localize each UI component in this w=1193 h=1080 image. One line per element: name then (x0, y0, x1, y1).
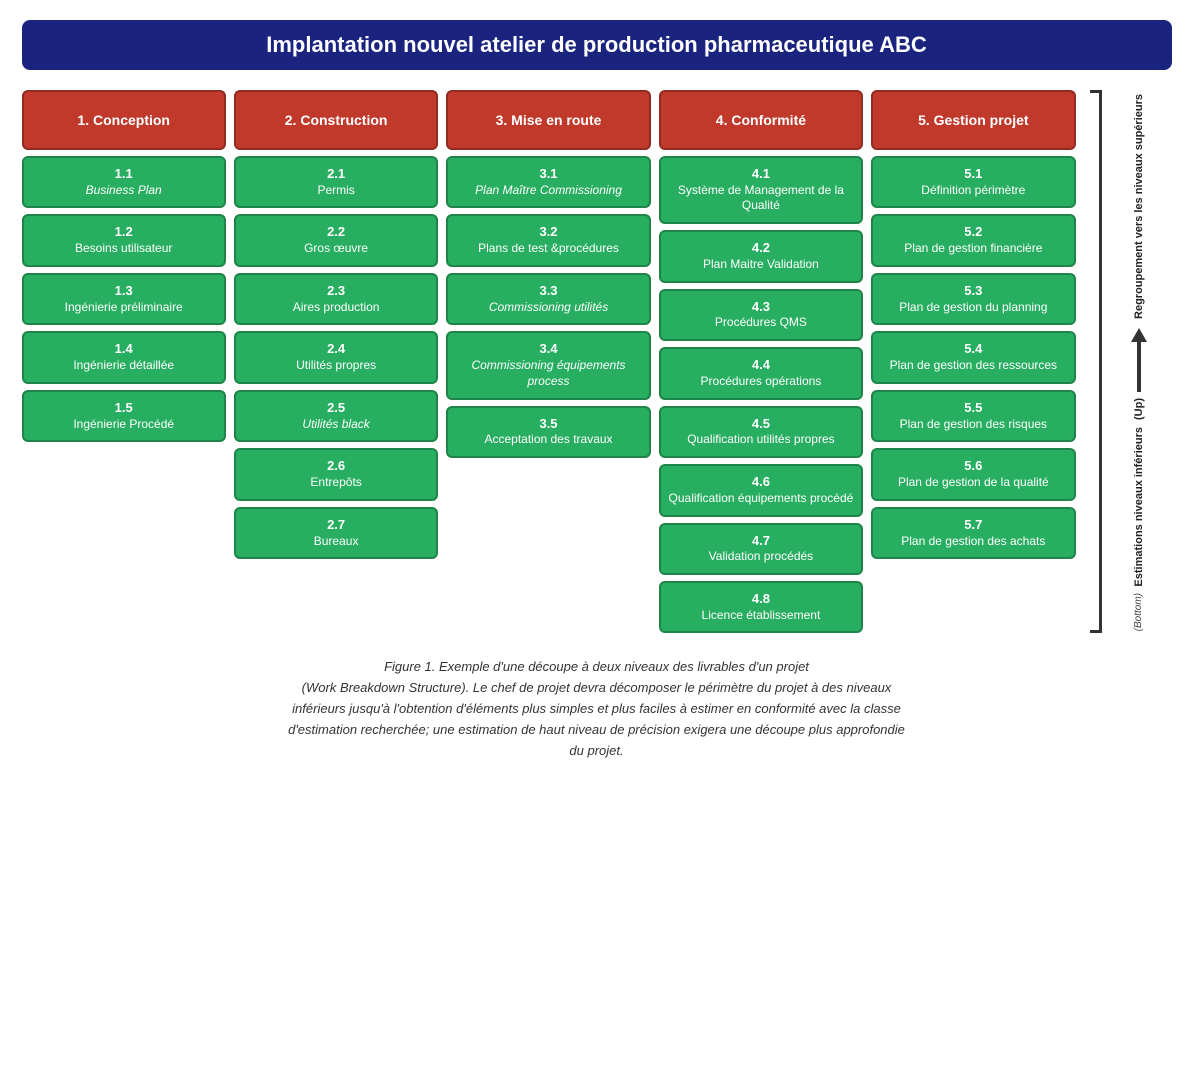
column-col3: 3. Mise en route 3.1Plan Maître Commissio… (446, 90, 650, 633)
item-4.3: 4.3Procédures QMS (659, 289, 863, 341)
item-4.5: 4.5Qualification utilités propres (659, 406, 863, 458)
right-labels: Regroupement vers les niveaux supérieurs… (1102, 90, 1172, 633)
item-1.5: 1.5Ingénierie Procédé (22, 390, 226, 442)
arrow-up-line (1137, 342, 1141, 392)
figure-caption: Figure 1. Exemple d'une découpe à deux n… (147, 657, 1047, 761)
column-col2: 2. Construction 2.1Permis 2.2Gros œuvre 2.3… (234, 90, 438, 633)
col-header-col5: 5. Gestion projet (871, 90, 1075, 150)
item-2.1: 2.1Permis (234, 156, 438, 208)
item-2.2: 2.2Gros œuvre (234, 214, 438, 266)
item-3.5: 3.5Acceptation des travaux (446, 406, 650, 458)
item-3.1: 3.1Plan Maître Commissioning (446, 156, 650, 208)
col-header-col4: 4. Conformité (659, 90, 863, 150)
item-5.5: 5.5Plan de gestion des risques (871, 390, 1075, 442)
item-2.3: 2.3Aires production (234, 273, 438, 325)
item-5.1: 5.1Définition périmètre (871, 156, 1075, 208)
item-4.8: 4.8Licence établissement (659, 581, 863, 633)
item-4.2: 4.2Plan Maitre Validation (659, 230, 863, 282)
item-3.4: 3.4Commissioning équipements process (446, 331, 650, 399)
arrow-up-head (1131, 328, 1147, 342)
item-2.6: 2.6Entrepôts (234, 448, 438, 500)
page-container: Implantation nouvel atelier de productio… (22, 20, 1172, 761)
item-4.7: 4.7Validation procédés (659, 523, 863, 575)
item-4.6: 4.6Qualification équipements procédé (659, 464, 863, 516)
caption-text: Figure 1. Exemple d'une découpe à deux n… (288, 659, 905, 757)
item-1.3: 1.3Ingénierie préliminaire (22, 273, 226, 325)
label-up: (Up) (1133, 396, 1145, 422)
col-header-col1: 1. Conception (22, 90, 226, 150)
right-side: Regroupement vers les niveaux supérieurs… (1086, 90, 1172, 633)
item-2.5: 2.5Utilités black (234, 390, 438, 442)
item-5.3: 5.3Plan de gestion du planning (871, 273, 1075, 325)
column-col5: 5. Gestion projet 5.1Définition périmètre… (871, 90, 1075, 633)
item-5.7: 5.7Plan de gestion des achats (871, 507, 1075, 559)
item-1.4: 1.4Ingénierie détaillée (22, 331, 226, 383)
label-top: Regroupement vers les niveaux supérieurs (1133, 90, 1145, 323)
col-header-col3: 3. Mise en route (446, 90, 650, 150)
diagram-columns: 1. Conception 1.1Business Plan 1.2Besoins … (22, 90, 1076, 633)
bracket (1086, 90, 1102, 633)
label-bottom: Estimations niveaux inférieurs (1133, 423, 1145, 591)
item-1.1: 1.1Business Plan (22, 156, 226, 208)
item-3.3: 3.3Commissioning utilités (446, 273, 650, 325)
item-4.1: 4.1Système de Management de la Qualité (659, 156, 863, 224)
col-header-col2: 2. Construction (234, 90, 438, 150)
item-5.6: 5.6Plan de gestion de la qualité (871, 448, 1075, 500)
item-2.4: 2.4Utilités propres (234, 331, 438, 383)
main-title: Implantation nouvel atelier de productio… (22, 20, 1172, 70)
item-5.4: 5.4Plan de gestion des ressources (871, 331, 1075, 383)
item-5.2: 5.2Plan de gestion financière (871, 214, 1075, 266)
item-2.7: 2.7Bureaux (234, 507, 438, 559)
item-3.2: 3.2Plans de test &procédures (446, 214, 650, 266)
item-4.4: 4.4Procédures opérations (659, 347, 863, 399)
column-col1: 1. Conception 1.1Business Plan 1.2Besoins … (22, 90, 226, 633)
label-bottom-italic: (Bottom) (1133, 591, 1144, 633)
item-1.2: 1.2Besoins utilisateur (22, 214, 226, 266)
column-col4: 4. Conformité4.1Système de Management de… (659, 90, 863, 633)
